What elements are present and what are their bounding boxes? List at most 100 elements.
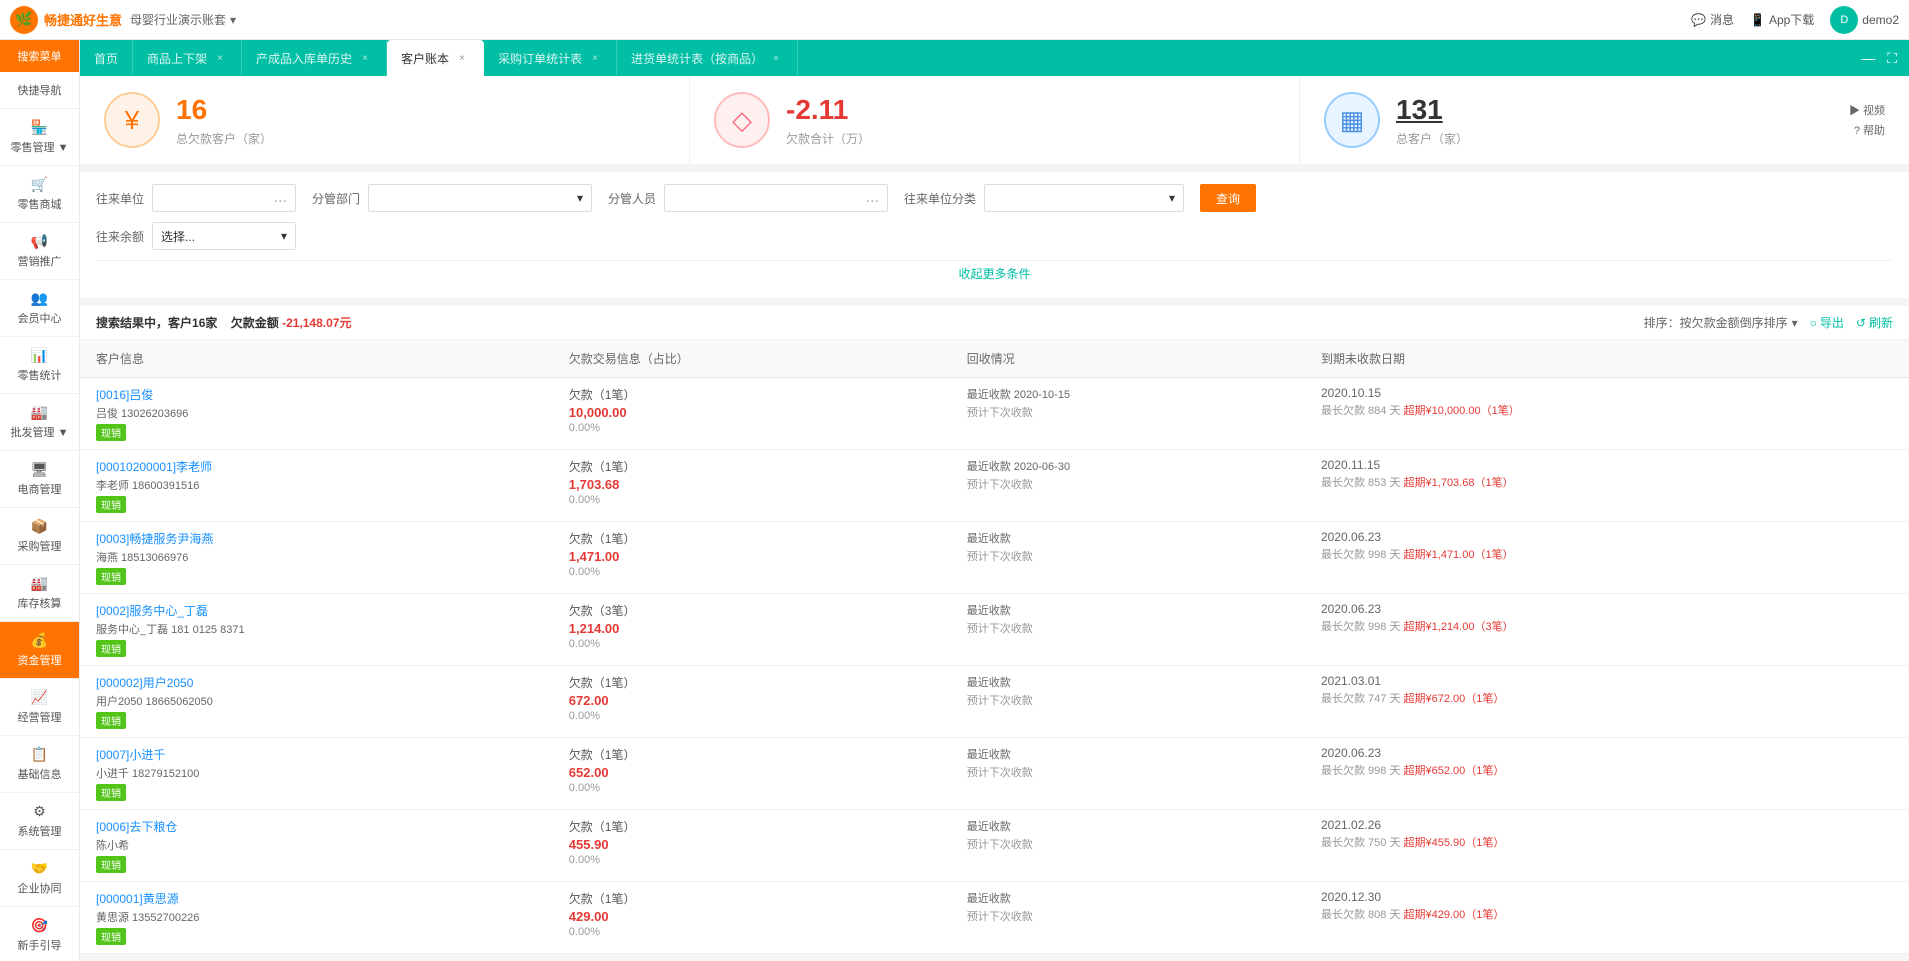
user-profile-btn[interactable]: D demo2 xyxy=(1830,6,1899,34)
overdue-link-3[interactable]: 超期¥1,214.00（3笔） xyxy=(1404,621,1514,633)
tab-import-stats[interactable]: 进货单统计表（按商品） × xyxy=(617,40,798,76)
search-button[interactable]: 查询 xyxy=(1200,184,1256,212)
tab-purchase-order[interactable]: 采购订单统计表 × xyxy=(484,40,617,76)
tab-product-history-label: 产成品入库单历史 xyxy=(256,50,352,67)
sidebar-item-retail-mgmt[interactable]: 🏪 零售管理 ▼ xyxy=(0,109,79,166)
sidebar-item-inventory[interactable]: 🏭 库存核算 xyxy=(0,565,79,622)
tab-purchase-order-close[interactable]: × xyxy=(588,51,602,65)
filter-group-supplier: 往来单位 ... xyxy=(96,184,296,212)
guide-label: 新手引导 xyxy=(18,937,62,953)
overdue-link-5[interactable]: 超期¥652.00（1笔） xyxy=(1404,765,1505,777)
sidebar-item-base-info[interactable]: 📋 基础信息 xyxy=(0,736,79,793)
filter-row-1: 往来单位 ... 分管部门 ▾ xyxy=(96,184,1893,212)
customer-tag-5: 现销 xyxy=(96,784,126,801)
collapse-btn[interactable]: 收起更多条件 xyxy=(96,260,1893,286)
customer-name-5[interactable]: [0007]小进千 xyxy=(96,746,537,763)
tab-minimize-btn[interactable]: — xyxy=(1857,48,1879,68)
debt-amount-icon: ◇ xyxy=(714,92,770,148)
sidebar-item-quick-nav[interactable]: 快捷导航 xyxy=(0,72,79,109)
result-info: 搜索结果中，客户16家 欠款金额 -21,148.07元 xyxy=(96,314,351,331)
sidebar-item-enterprise[interactable]: 🤝 企业协同 xyxy=(0,850,79,907)
store-selector[interactable]: 母婴行业演示账套 ▾ xyxy=(130,11,236,28)
table-row: [0002]服务中心_丁磊 服务中心_丁磊 181 0125 8371 现销 欠… xyxy=(80,594,1909,666)
message-btn[interactable]: 💬 消息 xyxy=(1691,11,1734,28)
customer-name-6[interactable]: [0006]去下粮仓 xyxy=(96,818,537,835)
overdue-link-4[interactable]: 超期¥672.00（1笔） xyxy=(1404,693,1505,705)
customer-name-3[interactable]: [0002]服务中心_丁磊 xyxy=(96,602,537,619)
message-icon: 💬 xyxy=(1691,13,1706,27)
debt-amount-label: 欠款合计（万） xyxy=(786,130,870,147)
sidebar-item-member[interactable]: 👥 会员中心 xyxy=(0,280,79,337)
person-input[interactable]: ... xyxy=(664,184,888,212)
tab-products-offline-close[interactable]: × xyxy=(213,51,227,65)
tab-maximize-btn[interactable]: ⛶ xyxy=(1883,48,1901,69)
dept-select[interactable]: ▾ xyxy=(368,184,592,212)
store-dropdown-icon: ▾ xyxy=(230,13,236,27)
sidebar-item-system[interactable]: ⚙ 系统管理 xyxy=(0,793,79,850)
refresh-label: 刷新 xyxy=(1869,314,1893,331)
due-info-3: 最长欠款 998 天 超期¥1,214.00（3笔） xyxy=(1321,618,1893,634)
overdue-link-6[interactable]: 超期¥455.90（1笔） xyxy=(1404,837,1505,849)
due-date-5: 2020.06.23 xyxy=(1321,746,1893,760)
sidebar-item-batch-mgmt[interactable]: 🏭 批发管理 ▼ xyxy=(0,394,79,451)
customer-name-2[interactable]: [0003]畅捷服务尹海燕 xyxy=(96,530,537,547)
tab-home[interactable]: 首页 xyxy=(80,40,133,76)
overdue-link-2[interactable]: 超期¥1,471.00（1笔） xyxy=(1404,549,1514,561)
table-header-bar: 搜索结果中，客户16家 欠款金额 -21,148.07元 排序：按欠款金额倒序排… xyxy=(80,306,1909,340)
data-table: 客户信息 欠款交易信息（占比） 回收情况 到期未收款日期 [0016]吕俊 吕俊… xyxy=(80,340,1909,954)
message-label: 消息 xyxy=(1710,11,1734,28)
cell-due-1: 2020.11.15 最长欠款 853 天 超期¥1,703.68（1笔） xyxy=(1305,450,1909,522)
sidebar-item-operations[interactable]: 📈 经营管理 xyxy=(0,679,79,736)
category-select[interactable]: ▾ xyxy=(984,184,1184,212)
table-body: [0016]吕俊 吕俊 13026203696 现销 欠款（1笔） 10,000… xyxy=(80,378,1909,954)
sidebar-item-marketing[interactable]: 📢 营销推广 xyxy=(0,223,79,280)
tab-import-stats-label: 进货单统计表（按商品） xyxy=(631,50,763,67)
base-info-label: 基础信息 xyxy=(18,766,62,782)
balance-select[interactable]: 选择... ▾ xyxy=(152,222,296,250)
supplier-input[interactable]: ... xyxy=(152,184,296,212)
customer-name-1[interactable]: [00010200001]李老师 xyxy=(96,458,537,475)
customer-name-7[interactable]: [000001]黄思源 xyxy=(96,890,537,907)
tab-import-stats-close[interactable]: × xyxy=(769,51,783,65)
sidebar-item-finance[interactable]: 💰 资金管理 xyxy=(0,622,79,679)
view-btn[interactable]: ▶ 视频 xyxy=(1849,102,1885,118)
export-btn[interactable]: ○ 导出 xyxy=(1810,314,1844,331)
sidebar-item-guide[interactable]: 🎯 新手引导 xyxy=(0,907,79,961)
tab-customer-account-close[interactable]: × xyxy=(455,51,469,65)
help-btn[interactable]: ? 帮助 xyxy=(1854,122,1885,138)
sidebar-item-purchase[interactable]: 📦 采购管理 xyxy=(0,508,79,565)
overdue-link-7[interactable]: 超期¥429.00（1笔） xyxy=(1404,909,1505,921)
tab-customer-account[interactable]: 客户账本 × xyxy=(387,40,484,76)
top-bar: 🌿 畅捷通好生意 母婴行业演示账套 ▾ 💬 消息 📱 App下载 D demo2 xyxy=(0,0,1909,40)
sidebar-item-ecommerce[interactable]: 🖥 电商管理 xyxy=(0,451,79,508)
sort-select[interactable]: 排序：按欠款金额倒序排序 ▾ xyxy=(1644,314,1798,331)
app-download-btn[interactable]: 📱 App下载 xyxy=(1750,11,1814,28)
col-collection: 回收情况 xyxy=(951,340,1305,378)
guide-icon: 🎯 xyxy=(31,917,48,934)
sidebar-search[interactable]: 搜索菜单 xyxy=(0,40,79,72)
tab-product-history[interactable]: 产成品入库单历史 × xyxy=(242,40,387,76)
collection-date-7: 最近收款 xyxy=(967,890,1289,906)
dept-dropdown-icon: ▾ xyxy=(577,191,583,205)
overdue-link-0[interactable]: 超期¥10,000.00（1笔） xyxy=(1404,405,1520,417)
total-customers-info: 131 总客户（家） xyxy=(1396,94,1468,147)
sort-icon: ▾ xyxy=(1792,316,1798,330)
customer-name-4[interactable]: [000002]用户2050 xyxy=(96,674,537,691)
tab-products-offline-label: 商品上下架 xyxy=(147,50,207,67)
customer-name-0[interactable]: [0016]吕俊 xyxy=(96,386,537,403)
system-icon: ⚙ xyxy=(33,803,46,820)
cell-debt-6: 欠款（1笔） 455.90 0.00% xyxy=(553,810,951,882)
refresh-btn[interactable]: ↺ 刷新 xyxy=(1856,314,1893,331)
tab-product-history-close[interactable]: × xyxy=(358,51,372,65)
stat-card-right: ▶ 视频 ? 帮助 xyxy=(1849,102,1885,138)
cell-collection-4: 最近收款 预计下次收款 xyxy=(951,666,1305,738)
sidebar-item-retail-mall[interactable]: 🛒 零售商城 xyxy=(0,166,79,223)
sidebar-item-retail-stats[interactable]: 📊 零售统计 xyxy=(0,337,79,394)
cell-due-7: 2020.12.30 最长欠款 808 天 超期¥429.00（1笔） xyxy=(1305,882,1909,954)
overdue-link-1[interactable]: 超期¥1,703.68（1笔） xyxy=(1404,477,1514,489)
table-row: [0006]去下粮仓 陈小希 现销 欠款（1笔） 455.90 0.00% 最近… xyxy=(80,810,1909,882)
debt-amount-info: -2.11 欠款合计（万） xyxy=(786,94,870,147)
result-text: 搜索结果中，客户16家 xyxy=(96,316,217,330)
tab-products-offline[interactable]: 商品上下架 × xyxy=(133,40,242,76)
collection-next-7: 预计下次收款 xyxy=(967,908,1289,924)
